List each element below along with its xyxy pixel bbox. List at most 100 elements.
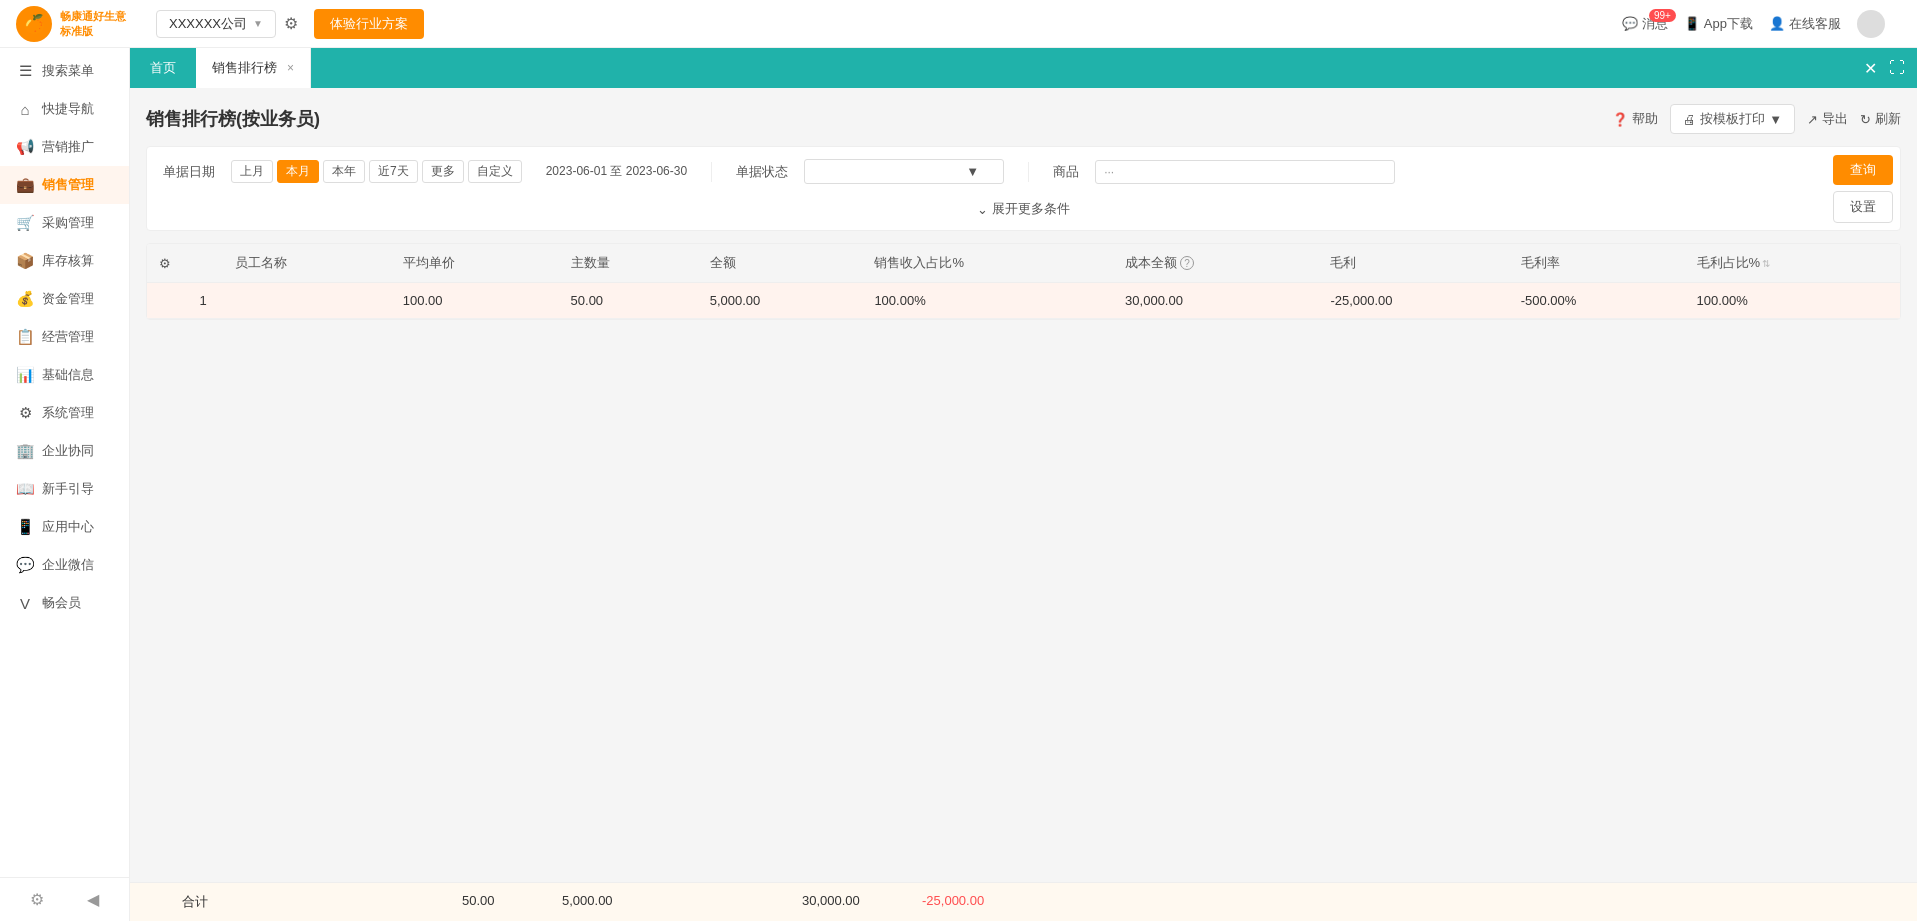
guide-icon: 📖: [16, 480, 34, 498]
footer-main-qty: 50.00: [462, 893, 562, 911]
finance-label: 资金管理: [42, 290, 94, 308]
gross-profit-cell: -25,000.00: [1318, 283, 1508, 319]
filter-divider2: [1028, 162, 1029, 182]
sidebar-collapse-btn[interactable]: ◀: [83, 886, 103, 913]
message-icon: 💬: [1622, 16, 1638, 31]
guide-label: 新手引导: [42, 480, 94, 498]
company-name: XXXXXX公司: [169, 15, 247, 33]
footer-total-amount: 5,000.00: [562, 893, 682, 911]
sidebar-settings-btn[interactable]: ⚙: [26, 886, 48, 913]
sidebar-item-purchase[interactable]: 🛒 采购管理: [0, 204, 129, 242]
inventory-label: 库存核算: [42, 252, 94, 270]
sales-label: 销售管理: [42, 176, 94, 194]
employee-cell: [223, 283, 391, 319]
sidebar-item-app-center[interactable]: 📱 应用中心: [0, 508, 129, 546]
rank-cell: 1: [183, 283, 223, 319]
expand-filter-btn[interactable]: ⌄ 展开更多条件: [977, 200, 1070, 218]
cost-info-icon[interactable]: ?: [1180, 256, 1194, 270]
purchase-icon: 🛒: [16, 214, 34, 232]
col-sales-pct: 销售收入占比%: [862, 244, 1113, 283]
logo-text: 畅康通好生意 标准版: [60, 9, 126, 38]
gross-pct-cell: 100.00%: [1685, 283, 1900, 319]
help-btn[interactable]: ❓ 帮助: [1612, 110, 1658, 128]
footer-cost-amount: 30,000.00: [802, 893, 922, 911]
filter-divider: [711, 162, 712, 182]
sidebar-item-enterprise[interactable]: 🏢 企业协同: [0, 432, 129, 470]
tab-bar-close-icon[interactable]: ✕: [1864, 59, 1877, 78]
col-rank: [183, 244, 223, 283]
col-gross-pct: 毛利占比%⇅: [1685, 244, 1900, 283]
print-chevron-icon: ▼: [1769, 112, 1782, 127]
table-footer: 合计 50.00 5,000.00 30,000.00 -25,000.00: [130, 882, 1917, 921]
service-icon: 👤: [1769, 16, 1785, 31]
query-button[interactable]: 查询: [1833, 155, 1893, 185]
sidebar-item-system[interactable]: ⚙ 系统管理: [0, 394, 129, 432]
wechat-label: 企业微信: [42, 556, 94, 574]
enterprise-icon: 🏢: [16, 442, 34, 460]
trial-button[interactable]: 体验行业方案: [314, 9, 424, 39]
tab-sales-ranking[interactable]: 销售排行榜 ×: [196, 48, 311, 88]
app-download-btn[interactable]: 📱 App下载: [1684, 15, 1753, 33]
topbar-settings-icon[interactable]: ⚙: [276, 10, 306, 37]
status-label: 单据状态: [736, 163, 788, 181]
sidebar-item-search-menu[interactable]: ☰ 搜索菜单: [0, 52, 129, 90]
message-badge: 99+: [1649, 9, 1676, 22]
date-btn-current-year[interactable]: 本年: [323, 160, 365, 183]
sidebar-item-membership[interactable]: V 畅会员: [0, 584, 129, 622]
print-icon: 🖨: [1683, 112, 1696, 127]
date-btn-current-month[interactable]: 本月: [277, 160, 319, 183]
avatar[interactable]: [1857, 10, 1885, 38]
marketing-label: 营销推广: [42, 138, 94, 156]
date-range-display: 2023-06-01 至 2023-06-30: [546, 163, 687, 180]
export-btn[interactable]: ↗ 导出: [1807, 110, 1848, 128]
sidebar-item-quick-nav[interactable]: ⌂ 快捷导航: [0, 90, 129, 128]
sidebar-item-inventory[interactable]: 📦 库存核算: [0, 242, 129, 280]
tab-bar-expand-icon[interactable]: ⛶: [1889, 59, 1905, 77]
date-btn-last-month[interactable]: 上月: [231, 160, 273, 183]
sidebar-item-basic-info[interactable]: 📊 基础信息: [0, 356, 129, 394]
finance-icon: 💰: [16, 290, 34, 308]
settings-button[interactable]: 设置: [1833, 191, 1893, 223]
gross-pct-sort-icon[interactable]: ⇅: [1762, 258, 1770, 269]
sidebar-item-guide[interactable]: 📖 新手引导: [0, 470, 129, 508]
refresh-btn[interactable]: ↻ 刷新: [1860, 110, 1901, 128]
footer-empty1: [142, 893, 182, 911]
filter-card: 单据日期 上月 本月 本年 近7天 更多 自定义 2023-06-01 至 20…: [146, 146, 1901, 231]
date-btn-more[interactable]: 更多: [422, 160, 464, 183]
table-card: ⚙ 员工名称 平均单价 主数量 全额 销售收入占比% 成本全额? 毛利: [146, 243, 1901, 320]
basic-info-label: 基础信息: [42, 366, 94, 384]
sidebar-item-operations[interactable]: 📋 经营管理: [0, 318, 129, 356]
main-qty-cell: 50.00: [559, 283, 698, 319]
wechat-icon: 💬: [16, 556, 34, 574]
sidebar-item-marketing[interactable]: 📢 营销推广: [0, 128, 129, 166]
tab-close-icon[interactable]: ×: [287, 61, 294, 75]
sidebar-item-wechat[interactable]: 💬 企业微信: [0, 546, 129, 584]
basic-info-icon: 📊: [16, 366, 34, 384]
goods-more-icon: ···: [1104, 165, 1114, 179]
quick-nav-icon: ⌂: [16, 101, 34, 118]
print-btn[interactable]: 🖨 按模板打印 ▼: [1670, 104, 1795, 134]
system-label: 系统管理: [42, 404, 94, 422]
message-btn[interactable]: 💬 消息 99+: [1622, 15, 1668, 33]
data-table: ⚙ 员工名称 平均单价 主数量 全额 销售收入占比% 成本全额? 毛利: [147, 244, 1900, 319]
tab-home[interactable]: 首页: [130, 48, 196, 88]
sidebar-item-sales[interactable]: 💼 销售管理: [0, 166, 129, 204]
online-service-btn[interactable]: 👤 在线客服: [1769, 15, 1841, 33]
date-btn-7days[interactable]: 近7天: [369, 160, 418, 183]
page-actions: ❓ 帮助 🖨 按模板打印 ▼ ↗ 导出 ↻: [1612, 104, 1901, 134]
chevron-down-icon: ▼: [253, 18, 263, 29]
gross-rate-cell: -500.00%: [1509, 283, 1685, 319]
goods-select[interactable]: ···: [1095, 160, 1395, 184]
sidebar-item-finance[interactable]: 💰 资金管理: [0, 280, 129, 318]
operations-icon: 📋: [16, 328, 34, 346]
date-btn-custom[interactable]: 自定义: [468, 160, 522, 183]
col-settings[interactable]: ⚙: [147, 244, 183, 283]
expand-icon: ⌄: [977, 202, 988, 217]
company-selector[interactable]: XXXXXX公司 ▼: [156, 10, 276, 38]
status-select[interactable]: ▼: [804, 159, 1004, 184]
status-select-chevron: ▼: [966, 164, 979, 179]
system-icon: ⚙: [16, 404, 34, 422]
total-amount-cell: 5,000.00: [698, 283, 863, 319]
refresh-icon: ↻: [1860, 112, 1871, 127]
quick-nav-label: 快捷导航: [42, 100, 94, 118]
